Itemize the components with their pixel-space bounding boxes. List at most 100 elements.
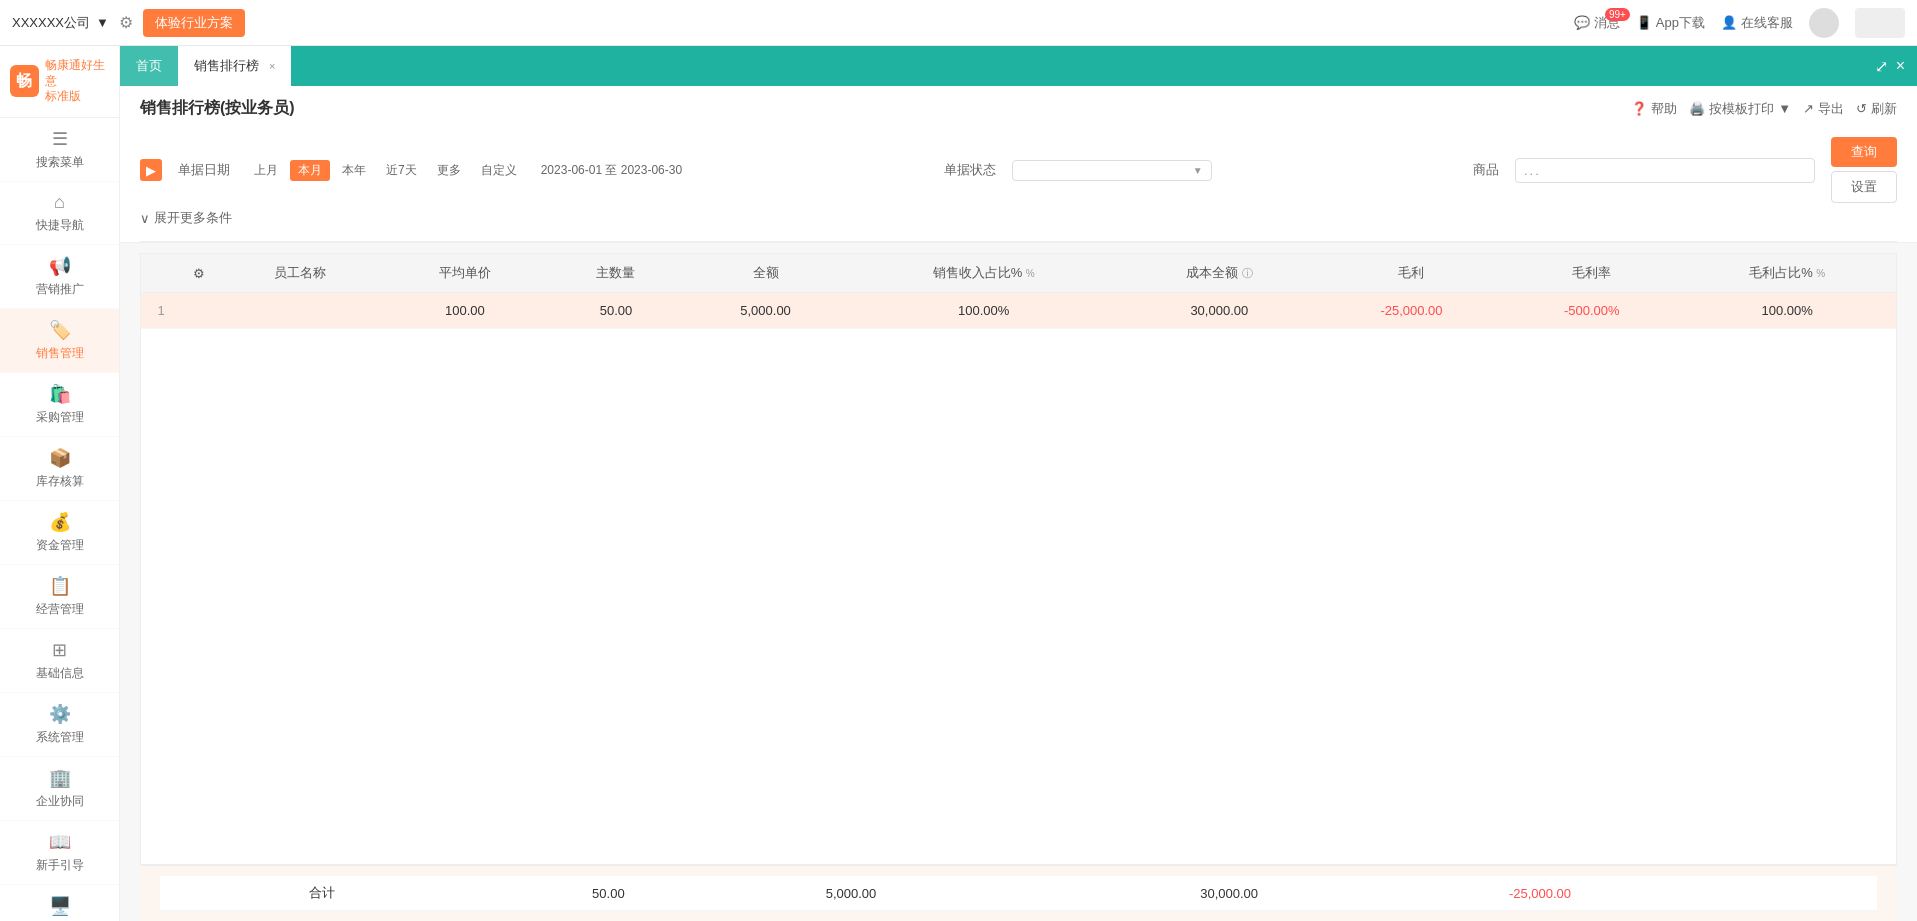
purchase-icon: 🛍️ — [49, 383, 71, 405]
date-more-btn[interactable]: 更多 — [429, 160, 469, 181]
sidebar-label-quick-nav: 快捷导航 — [36, 217, 84, 234]
top-bar: XXXXXX公司 ▼ ⚙ 体验行业方案 💬 消息 99+ 📱 App下载 👤 在… — [0, 0, 1917, 46]
th-profit-rate: 毛利率 — [1505, 254, 1678, 293]
date-current-month-btn[interactable]: 本月 — [290, 160, 330, 181]
page-title: 销售排行榜(按业务员) — [140, 98, 295, 119]
cost-info-icon[interactable]: ⓘ — [1242, 267, 1253, 279]
refresh-btn[interactable]: ↺ 刷新 — [1856, 100, 1897, 118]
sidebar-item-operations[interactable]: 📋 经营管理 — [0, 565, 119, 629]
sidebar-item-system[interactable]: ⚙️ 系统管理 — [0, 693, 119, 757]
top-bar-right: 💬 消息 99+ 📱 App下载 👤 在线客服 — [1574, 8, 1905, 38]
profit-pct-icon: % — [1816, 268, 1825, 279]
avatar[interactable] — [1809, 8, 1839, 38]
app-download-btn[interactable]: 📱 App下载 — [1636, 14, 1705, 32]
print-dropdown-arrow: ▼ — [1778, 101, 1791, 116]
app-download-icon: 📱 — [1636, 15, 1652, 30]
sidebar-item-quick-nav[interactable]: ⌂ 快捷导航 — [0, 182, 119, 245]
tab-sales-rank[interactable]: 销售排行榜 × — [178, 46, 291, 86]
expand-more-row[interactable]: ∨ 展开更多条件 — [140, 203, 1897, 233]
sidebar-logo[interactable]: 畅 畅康通好生意 标准版 — [0, 46, 119, 118]
th-amount: 全额 — [684, 254, 846, 293]
user-name-display — [1855, 8, 1905, 38]
expand-more-label: 展开更多条件 — [154, 209, 232, 227]
sidebar-label-system: 系统管理 — [36, 729, 84, 746]
header-actions: ❓ 帮助 🖨️ 按模板打印 ▼ ↗ 导出 — [1631, 100, 1897, 118]
expand-arrow-btn[interactable]: ▶ — [140, 159, 162, 181]
table-container: ⚙ 员工名称 平均单价 主数量 全额 销售收入占比% % 成本全额 ⓘ 毛利 毛… — [140, 253, 1897, 865]
sidebar-item-basic[interactable]: ⊞ 基础信息 — [0, 629, 119, 693]
tab-home[interactable]: 首页 — [120, 46, 178, 86]
th-settings[interactable]: ⚙ — [181, 254, 217, 293]
sidebar-item-funds[interactable]: 💰 资金管理 — [0, 501, 119, 565]
goods-more-icon: ... — [1524, 163, 1541, 178]
footer-table: 合计 50.00 5,000.00 30,000.00 -25,000.00 — [160, 876, 1877, 911]
date-last-month-btn[interactable]: 上月 — [246, 160, 286, 181]
tab-sales-rank-label: 销售排行榜 — [194, 57, 259, 75]
sidebar-item-newbie[interactable]: 📖 新手引导 — [0, 821, 119, 885]
footer-profit-pct-cell — [1788, 876, 1877, 911]
date-7days-btn[interactable]: 近7天 — [378, 160, 425, 181]
page-header: 销售排行榜(按业务员) ❓ 帮助 🖨️ 按模板打印 ▼ — [120, 86, 1917, 243]
message-icon: 💬 — [1574, 15, 1590, 30]
app-wrapper: XXXXXX公司 ▼ ⚙ 体验行业方案 💬 消息 99+ 📱 App下载 👤 在… — [0, 0, 1917, 921]
sidebar-label-inventory: 库存核算 — [36, 473, 84, 490]
query-btn[interactable]: 查询 — [1831, 137, 1897, 167]
export-btn[interactable]: ↗ 导出 — [1803, 100, 1844, 118]
cell-amount: 5,000.00 — [684, 293, 846, 329]
footer-settings-cell — [200, 876, 230, 911]
sidebar-label-enterprise: 企业协同 — [36, 793, 84, 810]
th-profit: 毛利 — [1318, 254, 1505, 293]
date-custom-btn[interactable]: 自定义 — [473, 160, 525, 181]
company-dropdown-arrow: ▼ — [96, 15, 109, 30]
date-current-year-btn[interactable]: 本年 — [334, 160, 374, 181]
sidebar-item-sales[interactable]: 🏷️ 销售管理 — [0, 309, 119, 373]
footer-label-cell: 合计 — [230, 876, 415, 911]
sidebar-item-inventory[interactable]: 📦 库存核算 — [0, 437, 119, 501]
tab-maximize-icon[interactable]: ⤢ — [1875, 57, 1888, 76]
sidebar-label-sales: 销售管理 — [36, 345, 84, 362]
settings-btn[interactable]: 设置 — [1831, 171, 1897, 203]
refresh-label: 刷新 — [1871, 100, 1897, 118]
sidebar-item-marketing[interactable]: 📢 营销推广 — [0, 245, 119, 309]
status-dropdown-arrow: ▼ — [1193, 165, 1203, 176]
sidebar-item-search-order[interactable]: ☰ 搜索菜单 — [0, 118, 119, 182]
tab-close-all-icon[interactable]: × — [1896, 57, 1905, 75]
tab-close-icon[interactable]: × — [269, 60, 275, 72]
table-row: 1 100.00 50.00 5,000.00 100.00% 30,000.0… — [141, 293, 1896, 329]
footer-cost-cell: 30,000.00 — [1078, 876, 1381, 911]
sales-rank-table: ⚙ 员工名称 平均单价 主数量 全额 销售收入占比% % 成本全额 ⓘ 毛利 毛… — [141, 254, 1896, 329]
filter-row-1: ▶ 单据日期 上月 本月 本年 近7天 更多 自定义 2023-06-01 至 … — [140, 137, 1897, 203]
template-print-btn[interactable]: 🖨️ 按模板打印 ▼ — [1689, 100, 1791, 118]
company-name: XXXXXX公司 — [12, 14, 90, 32]
settings-icon-btn[interactable]: ⚙ — [119, 13, 133, 32]
refresh-icon: ↺ — [1856, 101, 1867, 116]
cell-avg-price: 100.00 — [382, 293, 547, 329]
th-avg-price: 平均单价 — [382, 254, 547, 293]
cell-profit-rate: -500.00% — [1505, 293, 1678, 329]
sidebar-item-purchase[interactable]: 🛍️ 采购管理 — [0, 373, 119, 437]
search-order-icon: ☰ — [52, 128, 68, 150]
table-footer: 合计 50.00 5,000.00 30,000.00 -25,000.00 — [140, 865, 1897, 921]
cell-rank: 1 — [141, 293, 181, 329]
sidebar-item-appstore[interactable]: 🖥️ 应用中心 — [0, 885, 119, 921]
online-service-btn[interactable]: 👤 在线客服 — [1721, 14, 1793, 32]
cell-cost: 30,000.00 — [1121, 293, 1318, 329]
date-label: 单据日期 — [178, 161, 230, 179]
template-print-label: 按模板打印 — [1709, 100, 1774, 118]
cell-sales-pct: 100.00% — [847, 293, 1121, 329]
footer-sales-pct-cell — [989, 876, 1078, 911]
sidebar-item-enterprise[interactable]: 🏢 企业协同 — [0, 757, 119, 821]
company-select[interactable]: XXXXXX公司 ▼ — [12, 14, 109, 32]
industry-btn[interactable]: 体验行业方案 — [143, 9, 245, 37]
footer-rank-cell — [160, 876, 200, 911]
pct-icon: % — [1026, 268, 1035, 279]
sidebar-label-basic: 基础信息 — [36, 665, 84, 682]
tab-bar: 首页 销售排行榜 × ⤢ × — [120, 46, 1917, 86]
footer-amount-cell: 5,000.00 — [713, 876, 989, 911]
expand-down-icon: ∨ — [140, 211, 150, 226]
help-btn[interactable]: ❓ 帮助 — [1631, 100, 1677, 118]
date-buttons: 上月 本月 本年 近7天 更多 自定义 — [246, 160, 525, 181]
message-btn[interactable]: 💬 消息 99+ — [1574, 14, 1620, 32]
status-dropdown[interactable]: ▼ — [1012, 160, 1212, 181]
goods-input[interactable]: ... — [1515, 158, 1815, 183]
